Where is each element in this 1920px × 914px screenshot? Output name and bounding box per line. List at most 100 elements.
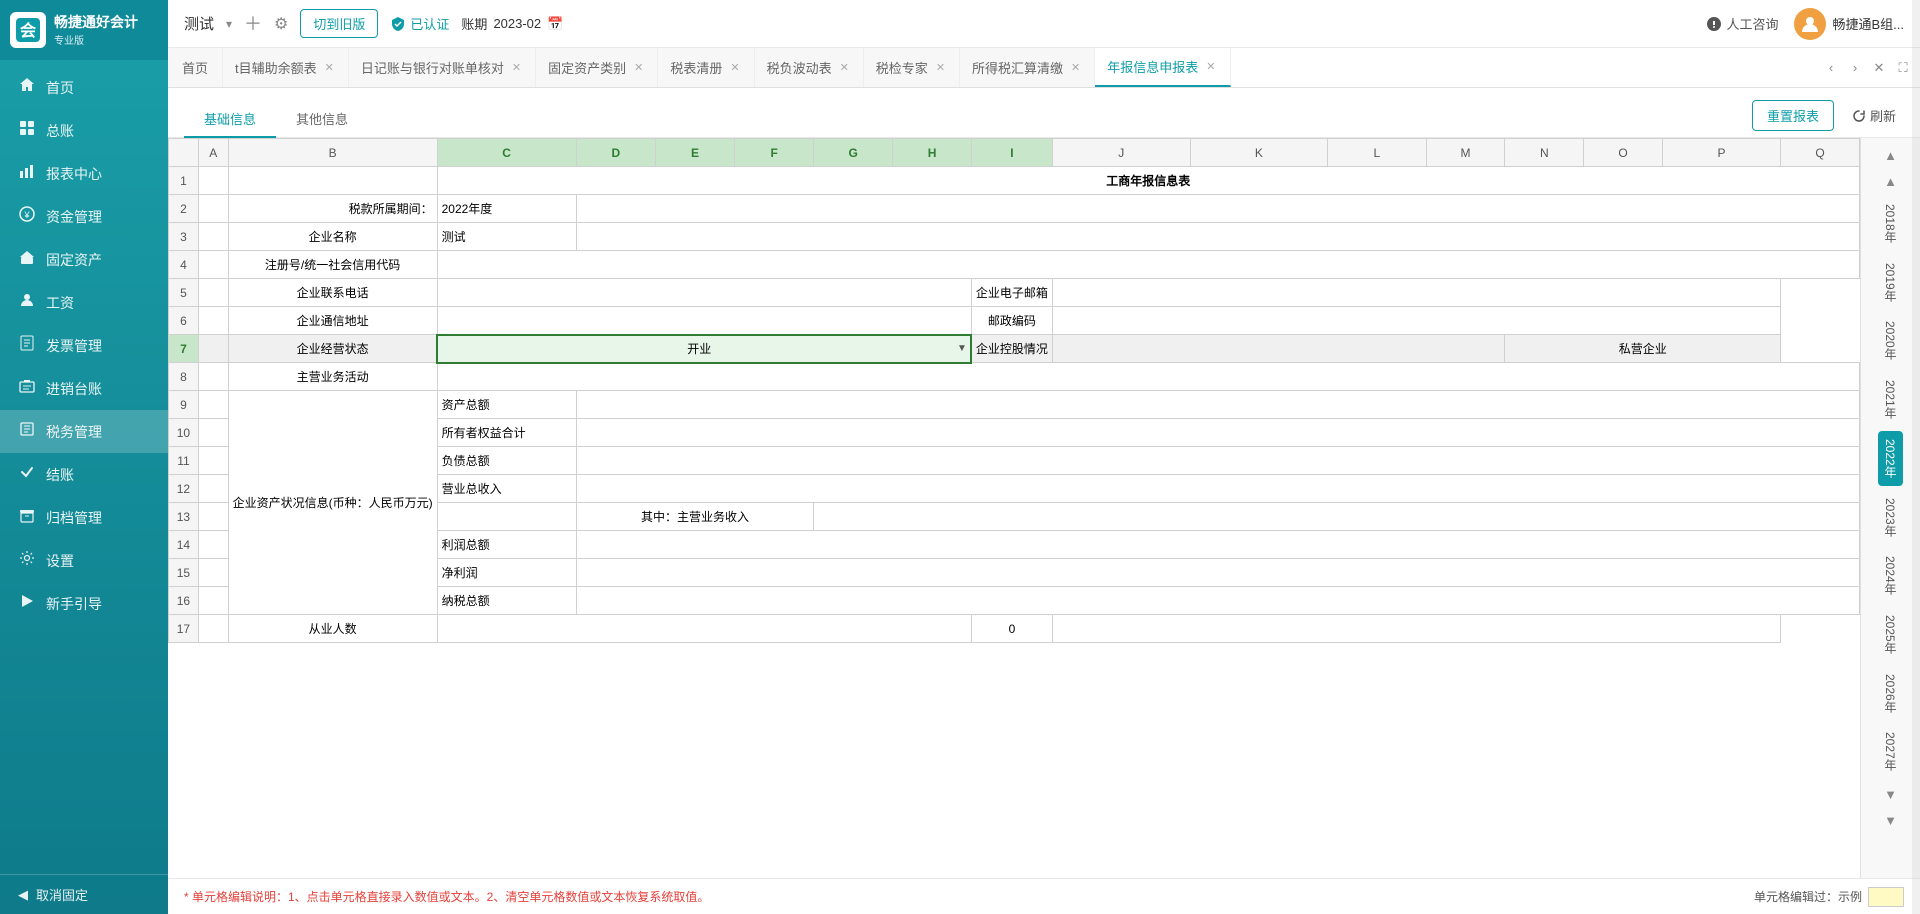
tab-income-tax[interactable]: 所得税汇算清缴 ✕ xyxy=(960,48,1095,87)
inner-tab-other[interactable]: 其他信息 xyxy=(276,101,368,138)
switch-version-button[interactable]: 切到旧版 xyxy=(300,9,378,38)
year-item-2020[interactable]: 2020年 xyxy=(1878,313,1903,368)
cell-13-C[interactable] xyxy=(437,503,576,531)
col-header-P[interactable]: P xyxy=(1663,139,1781,167)
sidebar-item-ledger[interactable]: 总账 xyxy=(0,109,168,152)
cell-16-C[interactable]: 纳税总额 xyxy=(437,587,576,615)
sidebar-item-home[interactable]: 首页 xyxy=(0,66,168,109)
cell-4-B[interactable]: 注册号/统一社会信用代码 xyxy=(228,251,437,279)
col-header-N[interactable]: N xyxy=(1505,139,1584,167)
cell-11-D[interactable] xyxy=(576,447,1859,475)
cell-7-B[interactable]: 企业经营状态 xyxy=(228,335,437,363)
sidebar-item-close[interactable]: 结账 xyxy=(0,453,168,496)
year-item-2027[interactable]: 2027年 xyxy=(1878,724,1903,779)
year-scroll-down2-icon[interactable]: ▼ xyxy=(1877,809,1905,831)
reset-button[interactable]: 重置报表 xyxy=(1752,100,1834,131)
year-scroll-up2-icon[interactable]: ▲ xyxy=(1877,170,1905,192)
tab-asset-type[interactable]: 固定资产类别 ✕ xyxy=(536,48,658,87)
cell-title[interactable]: 工商年报信息表 xyxy=(437,167,1859,195)
cell-7-J[interactable]: 企业控股情况 xyxy=(971,335,1052,363)
col-header-M[interactable]: M xyxy=(1426,139,1505,167)
tab-bank-close-icon[interactable]: ✕ xyxy=(510,60,523,75)
cell-1-A[interactable] xyxy=(198,167,228,195)
year-item-2019[interactable]: 2019年 xyxy=(1878,255,1903,310)
cell-5-C[interactable] xyxy=(437,279,971,307)
col-header-H[interactable]: H xyxy=(893,139,972,167)
cell-7-P[interactable]: 私营企业 xyxy=(1505,335,1781,363)
tab-tax-check-close-icon[interactable]: ✕ xyxy=(934,60,947,75)
cell-17-A[interactable] xyxy=(198,615,228,643)
cell-14-A[interactable] xyxy=(198,531,228,559)
cell-5-K[interactable] xyxy=(1052,279,1780,307)
sidebar-item-tax[interactable]: 税务管理 xyxy=(0,410,168,453)
spreadsheet-container[interactable]: A B C D E F G H I J K L xyxy=(168,138,1860,878)
sidebar-item-assets[interactable]: 固定资产 xyxy=(0,238,168,281)
cell-2-A[interactable] xyxy=(198,195,228,223)
cell-4-A[interactable] xyxy=(198,251,228,279)
cell-6-A[interactable] xyxy=(198,307,228,335)
col-header-A[interactable]: A xyxy=(198,139,228,167)
col-header-I[interactable]: I xyxy=(971,139,1052,167)
tab-income-tax-close-icon[interactable]: ✕ xyxy=(1069,60,1082,75)
cell-10-A[interactable] xyxy=(198,419,228,447)
dropdown-arrow-icon[interactable]: ▼ xyxy=(957,343,967,354)
col-header-B[interactable]: B xyxy=(228,139,437,167)
cell-12-C[interactable]: 营业总收入 xyxy=(437,475,576,503)
cell-17-J[interactable]: 0 xyxy=(971,615,1052,643)
col-header-D[interactable]: D xyxy=(576,139,655,167)
tab-bank[interactable]: 日记账与银行对账单核对 ✕ xyxy=(349,48,536,87)
cell-10-D[interactable] xyxy=(576,419,1859,447)
sidebar-item-invoice[interactable]: 发票管理 xyxy=(0,324,168,367)
cell-7-A[interactable] xyxy=(198,335,228,363)
year-item-2022[interactable]: 2022年 xyxy=(1878,431,1903,486)
tab-tax-wave-close-icon[interactable]: ✕ xyxy=(838,60,851,75)
tab-asset-type-close-icon[interactable]: ✕ xyxy=(632,60,645,75)
sidebar-item-reports[interactable]: 报表中心 xyxy=(0,152,168,195)
year-item-2026[interactable]: 2026年 xyxy=(1878,666,1903,721)
tab-tax-list-close-icon[interactable]: ✕ xyxy=(728,60,741,75)
cell-17-B[interactable]: 从业人数 xyxy=(228,615,437,643)
cell-6-C[interactable] xyxy=(437,307,971,335)
cell-9-D[interactable] xyxy=(576,391,1859,419)
topbar-settings-icon[interactable]: ⚙ xyxy=(274,14,288,34)
cell-3-B[interactable]: 企业名称 xyxy=(228,223,437,251)
cell-7-K[interactable] xyxy=(1052,335,1504,363)
tab-home[interactable]: 首页 xyxy=(168,48,223,87)
cell-13-D[interactable]: 其中：主营业务收入 xyxy=(576,503,814,531)
cell-5-A[interactable] xyxy=(198,279,228,307)
cell-11-C[interactable]: 负债总额 xyxy=(437,447,576,475)
tab-tax-check[interactable]: 税检专家 ✕ xyxy=(864,48,960,87)
cell-10-C[interactable]: 所有者权益合计 xyxy=(437,419,576,447)
sidebar-item-guide[interactable]: 新手引导 xyxy=(0,582,168,625)
year-scroll-down-icon[interactable]: ▼ xyxy=(1877,783,1905,805)
cell-12-D[interactable] xyxy=(576,475,1859,503)
cell-3-rest[interactable] xyxy=(576,223,1859,251)
sidebar-item-settings[interactable]: 设置 xyxy=(0,539,168,582)
col-header-K[interactable]: K xyxy=(1190,139,1328,167)
tab-aux-close-icon[interactable]: ✕ xyxy=(323,60,336,75)
cell-2-C[interactable]: 2022年度 xyxy=(437,195,576,223)
cell-13-A[interactable] xyxy=(198,503,228,531)
add-button[interactable]: ＋ xyxy=(244,15,262,33)
cell-17-C[interactable] xyxy=(437,615,971,643)
cell-17-K[interactable] xyxy=(1052,615,1780,643)
cell-9-B[interactable]: 企业资产状况信息(币种：人民币万元) xyxy=(228,391,437,615)
col-header-G[interactable]: G xyxy=(814,139,893,167)
cell-6-K[interactable] xyxy=(1052,307,1780,335)
year-item-2018[interactable]: 2018年 xyxy=(1878,196,1903,251)
sidebar-item-inventory[interactable]: 进销台账 xyxy=(0,367,168,410)
col-header-O[interactable]: O xyxy=(1584,139,1663,167)
tab-annual-report-close-icon[interactable]: ✕ xyxy=(1204,59,1217,74)
cell-15-D[interactable] xyxy=(576,559,1859,587)
tab-close-all-button[interactable]: ✕ xyxy=(1868,57,1890,79)
sidebar-item-archive[interactable]: 归档管理 xyxy=(0,496,168,539)
cell-8-C[interactable] xyxy=(437,363,1859,391)
year-item-2025[interactable]: 2025年 xyxy=(1878,607,1903,662)
cell-11-A[interactable] xyxy=(198,447,228,475)
cell-9-A[interactable] xyxy=(198,391,228,419)
cell-4-C[interactable] xyxy=(437,251,1859,279)
cell-15-A[interactable] xyxy=(198,559,228,587)
tab-tax-list[interactable]: 税表清册 ✕ xyxy=(658,48,754,87)
col-header-E[interactable]: E xyxy=(655,139,734,167)
tab-fullscreen-button[interactable]: ⛶ xyxy=(1892,57,1914,79)
